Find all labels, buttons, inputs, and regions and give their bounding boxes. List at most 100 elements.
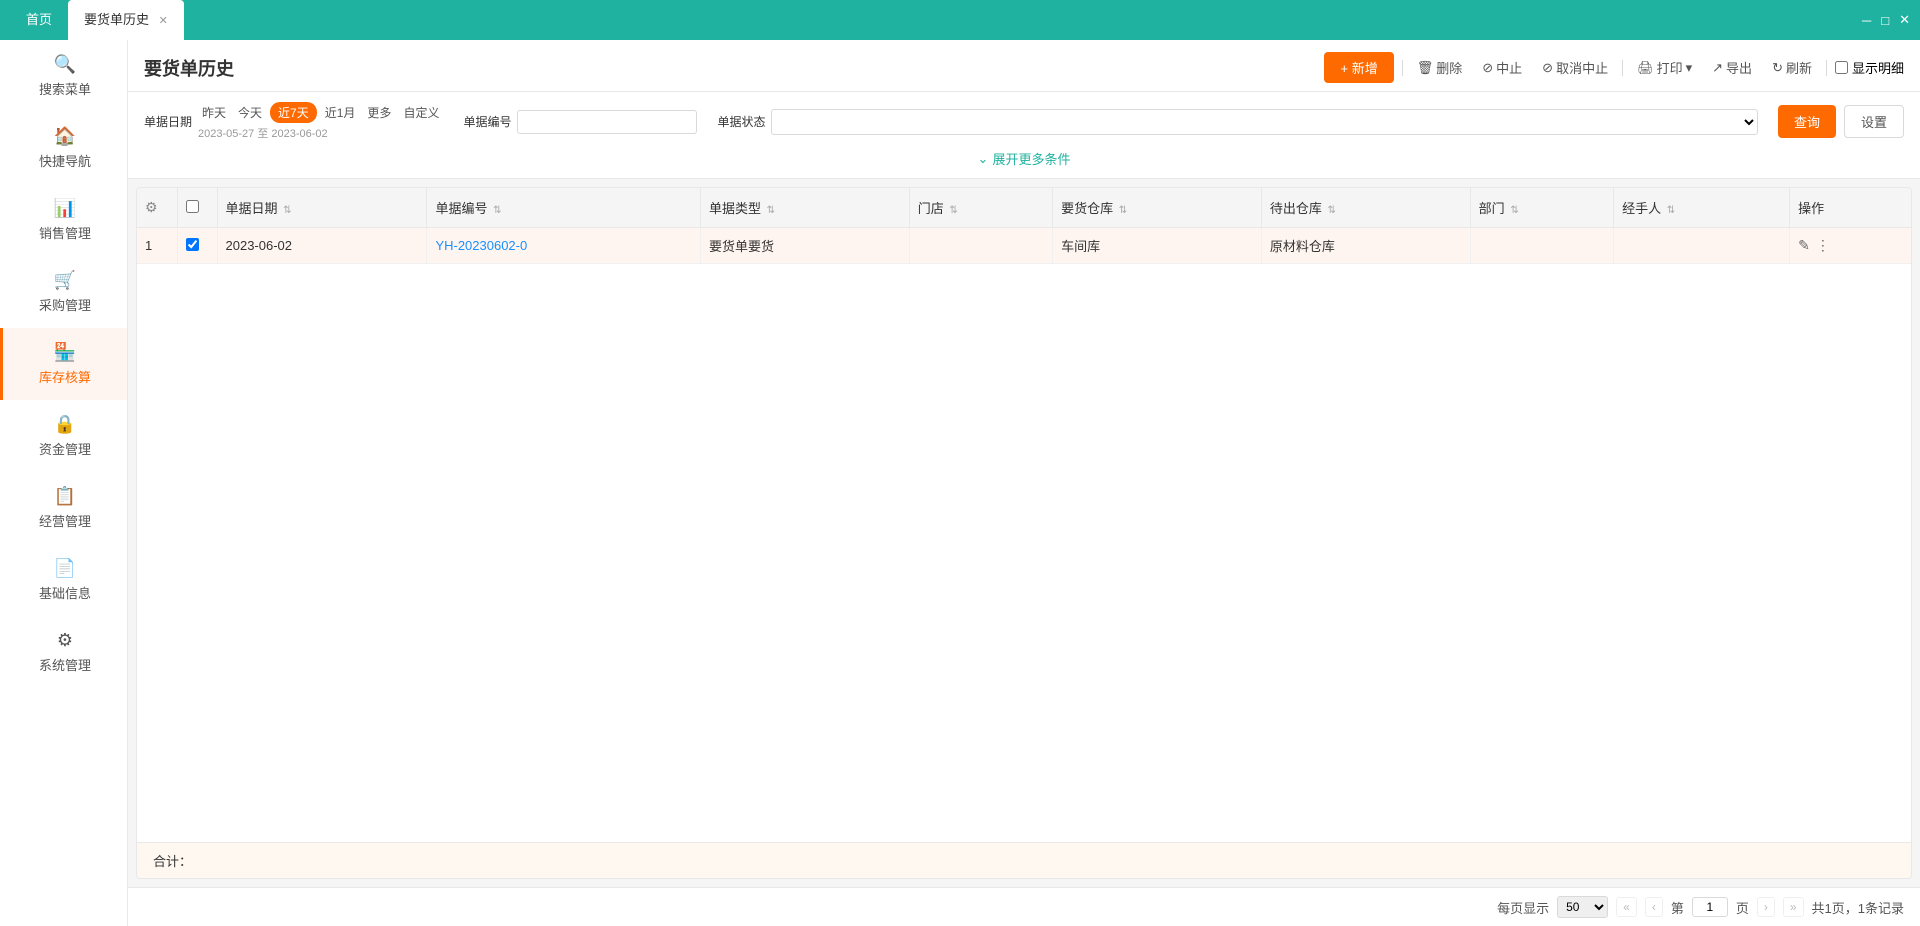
sidebar-item-purchase-mgmt[interactable]: 🛒 采购管理 [0, 256, 127, 328]
prev-page-button[interactable]: ‹ [1645, 897, 1663, 917]
doc-no-link[interactable]: YH-20230602-0 [435, 238, 527, 253]
date-option-1month[interactable]: 近1月 [321, 102, 360, 123]
sort-handler-icon[interactable]: ⇅ [1667, 205, 1675, 216]
display-detail-checkbox[interactable] [1835, 61, 1848, 74]
delete-button[interactable]: 🗑 删除 [1411, 54, 1469, 81]
search-icon: 🔍 [54, 54, 76, 75]
pagination-bar: 每页显示 50 20 100 200 « ‹ 第 页 › » 共1页，1条记录 [128, 887, 1920, 926]
td-checkbox [177, 228, 217, 264]
sort-req-warehouse-icon[interactable]: ⇅ [1119, 205, 1127, 216]
page-label: 第 [1671, 898, 1684, 917]
cancel-stop-button[interactable]: ⊘ 取消中止 [1536, 54, 1614, 81]
date-option-today[interactable]: 今天 [234, 102, 266, 123]
date-options: 昨天 今天 近7天 近1月 更多 自定义 [198, 102, 443, 123]
footer-label: 合计： [153, 851, 192, 870]
doc-date-filter: 单据日期 昨天 今天 近7天 近1月 更多 自定义 2023-05-27 至 2… [144, 102, 443, 141]
doc-no-filter: 单据编号 [463, 110, 697, 134]
sort-doc-no-icon[interactable]: ⇅ [493, 205, 501, 216]
sales-icon: 📊 [54, 198, 76, 219]
last-page-button[interactable]: » [1783, 897, 1804, 917]
close-tab-icon[interactable]: ✕ [159, 15, 168, 27]
row-checkbox[interactable] [186, 238, 199, 251]
doc-date-label: 单据日期 [144, 113, 192, 130]
display-detail-toggle[interactable]: 显示明细 [1835, 58, 1904, 77]
finance-icon: 🔒 [54, 414, 76, 435]
date-option-more[interactable]: 更多 [363, 102, 395, 123]
maximize-icon[interactable]: □ [1881, 13, 1889, 28]
page-title: 要货单历史 [144, 55, 234, 81]
print-button[interactable]: 🖨 打印 ▾ [1631, 54, 1698, 81]
print-dropdown-icon: ▾ [1686, 60, 1693, 76]
top-bar: 首页 要货单历史 ✕ ─ □ ✕ [0, 0, 1920, 40]
td-operation: ✎ ⋮ [1790, 228, 1911, 264]
sort-doc-date-icon[interactable]: ⇅ [283, 205, 291, 216]
table-body: 1 2023-06-02 YH-20230602-0 要货单要货 [137, 228, 1911, 264]
sidebar-item-basic-info[interactable]: 📄 基础信息 [0, 544, 127, 616]
sidebar-item-sales-mgmt[interactable]: 📊 销售管理 [0, 184, 127, 256]
date-option-7days[interactable]: 近7天 [270, 102, 317, 123]
settings-button[interactable]: 设置 [1844, 105, 1904, 138]
td-doc-no: YH-20230602-0 [427, 228, 701, 264]
minimize-icon[interactable]: ─ [1862, 13, 1871, 28]
sidebar-item-finance-mgmt[interactable]: 🔒 资金管理 [0, 400, 127, 472]
export-icon: ↗ [1712, 60, 1723, 76]
expand-more-btn[interactable]: ⌄ 展开更多条件 [144, 149, 1904, 168]
date-option-yesterday[interactable]: 昨天 [198, 102, 230, 123]
sidebar-item-label: 系统管理 [39, 655, 91, 674]
sidebar-item-quick-nav[interactable]: 🏠 快捷导航 [0, 112, 127, 184]
doc-no-label: 单据编号 [463, 113, 511, 130]
refresh-icon: ↻ [1772, 60, 1783, 76]
total-info: 共1页，1条记录 [1812, 898, 1904, 917]
edit-icon[interactable]: ✎ [1798, 237, 1810, 254]
new-button[interactable]: + 新增 [1324, 52, 1393, 83]
operations-icon: 📋 [54, 486, 76, 507]
stop-button[interactable]: ⊘ 中止 [1476, 54, 1528, 81]
sidebar-item-inventory-calc[interactable]: 🏪 库存核算 [0, 328, 127, 400]
sort-department-icon[interactable]: ⇅ [1510, 205, 1518, 216]
table-settings-icon[interactable]: ⚙ [145, 199, 158, 215]
sort-store-icon[interactable]: ⇅ [949, 205, 957, 216]
data-table: ⚙ 单据日期 ⇅ 单据编号 ⇅ [137, 188, 1911, 264]
per-page-select[interactable]: 50 20 100 200 [1557, 896, 1608, 918]
action-icons: ✎ ⋮ [1798, 237, 1903, 254]
page-input[interactable] [1692, 897, 1728, 917]
sidebar-item-label: 资金管理 [39, 439, 91, 458]
filter-actions: 查询 设置 [1778, 105, 1904, 138]
sidebar: 🔍 搜索菜单 🏠 快捷导航 📊 销售管理 🛒 采购管理 🏪 库存核算 🔒 资金管… [0, 40, 128, 926]
first-page-button[interactable]: « [1616, 897, 1637, 917]
date-range-text: 2023-05-27 至 2023-06-02 [198, 125, 443, 141]
doc-status-select[interactable] [771, 109, 1757, 135]
close-window-icon[interactable]: ✕ [1899, 12, 1910, 28]
more-icon[interactable]: ⋮ [1816, 237, 1830, 254]
sidebar-item-label: 采购管理 [39, 295, 91, 314]
stop-icon: ⊘ [1482, 60, 1493, 76]
td-index: 1 [137, 228, 177, 264]
td-doc-date: 2023-06-02 [217, 228, 427, 264]
export-button[interactable]: ↗ 导出 [1706, 54, 1758, 81]
query-button[interactable]: 查询 [1778, 105, 1836, 138]
th-pending-warehouse: 待出仓库 ⇅ [1261, 188, 1470, 228]
th-doc-type: 单据类型 ⇅ [700, 188, 909, 228]
tab-requisition-history[interactable]: 要货单历史 ✕ [68, 0, 184, 40]
td-handler [1614, 228, 1790, 264]
doc-no-input[interactable] [517, 110, 697, 134]
system-icon: ⚙ [57, 630, 73, 651]
th-store: 门店 ⇅ [909, 188, 1052, 228]
date-option-custom[interactable]: 自定义 [399, 102, 443, 123]
doc-status-label: 单据状态 [717, 113, 765, 130]
sort-pending-warehouse-icon[interactable]: ⇅ [1328, 205, 1336, 216]
toolbar-divider-1 [1402, 60, 1403, 76]
toolbar-divider-3 [1826, 60, 1827, 76]
refresh-button[interactable]: ↻ 刷新 [1766, 54, 1818, 81]
sort-doc-type-icon[interactable]: ⇅ [767, 205, 775, 216]
th-doc-date: 单据日期 ⇅ [217, 188, 427, 228]
sidebar-item-operations-mgmt[interactable]: 📋 经营管理 [0, 472, 127, 544]
sidebar-item-search-menu[interactable]: 🔍 搜索菜单 [0, 40, 127, 112]
select-all-checkbox[interactable] [186, 200, 199, 213]
sidebar-item-system-mgmt[interactable]: ⚙ 系统管理 [0, 616, 127, 688]
basic-info-icon: 📄 [54, 558, 76, 579]
tab-home[interactable]: 首页 [10, 0, 68, 40]
td-department [1470, 228, 1613, 264]
window-controls: ─ □ ✕ [1862, 12, 1910, 28]
next-page-button[interactable]: › [1757, 897, 1775, 917]
